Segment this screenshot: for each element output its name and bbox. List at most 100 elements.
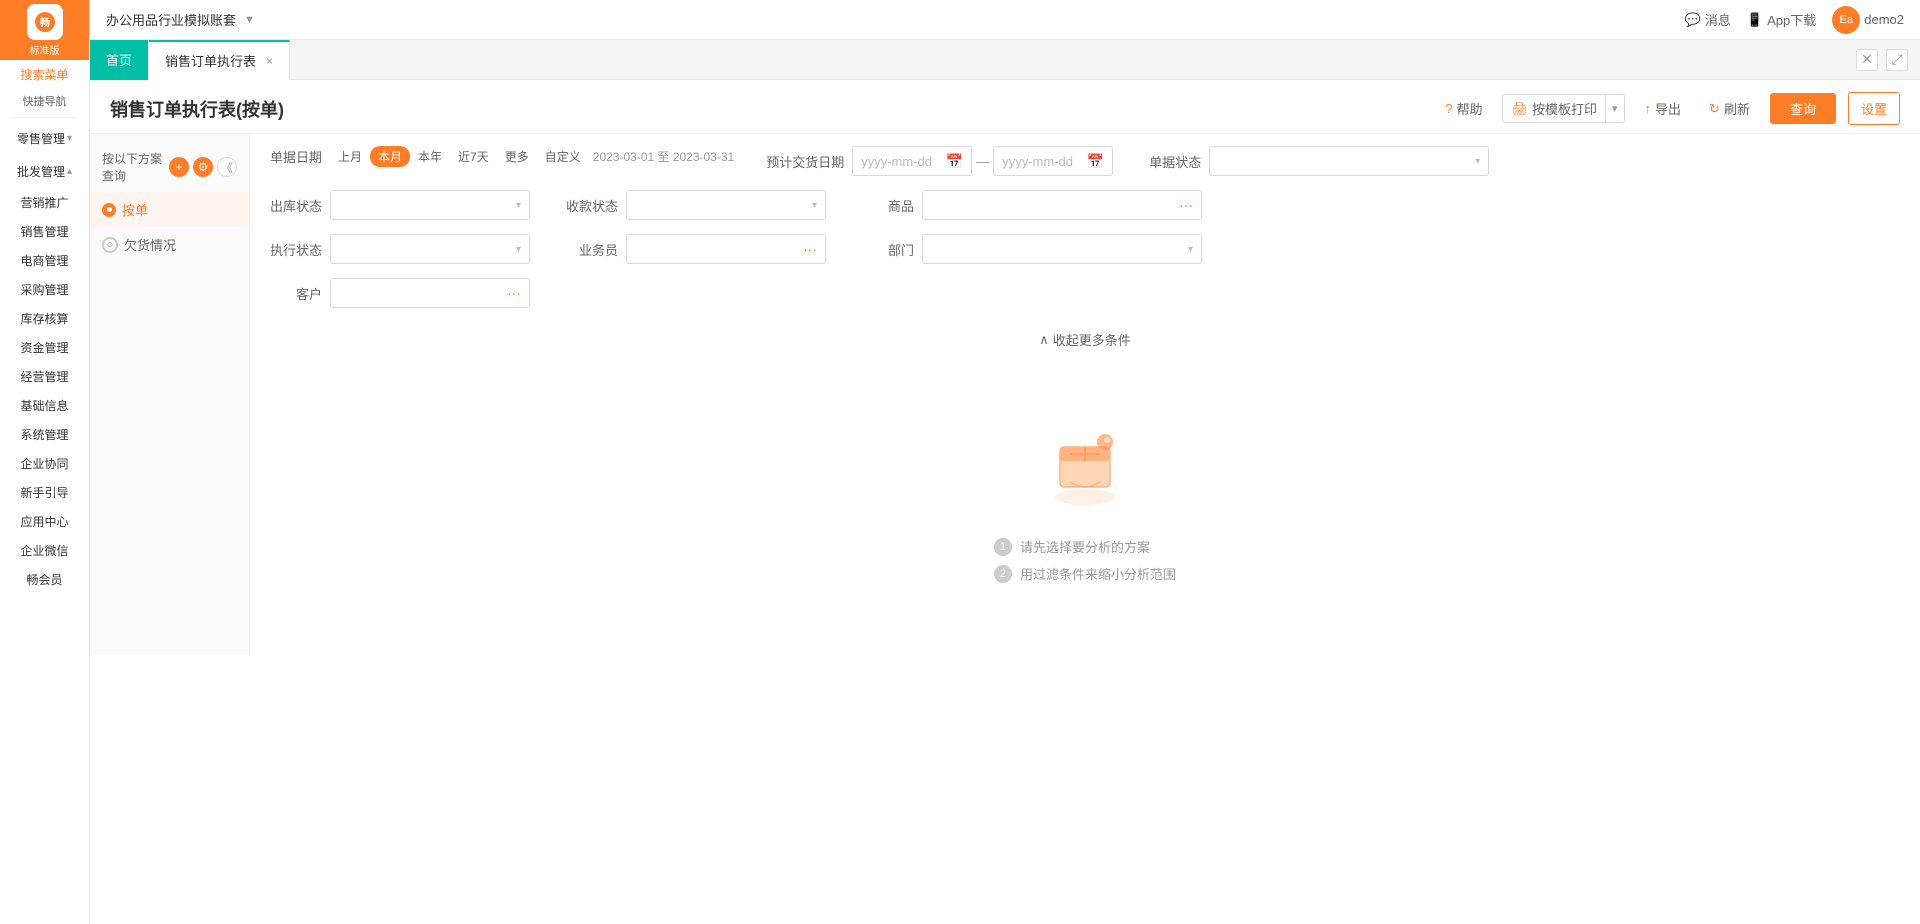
page-title: 销售订单执行表(按单) bbox=[110, 96, 284, 122]
customer-dots[interactable]: ··· bbox=[507, 285, 521, 301]
scheme-panel: 按以下方案查询 + ⚙ 《 bbox=[90, 134, 1920, 655]
search-menu[interactable]: 搜索菜单 bbox=[0, 60, 89, 89]
out-status-arrow: ▾ bbox=[516, 200, 521, 211]
scheme-sidebar: 按以下方案查询 + ⚙ 《 bbox=[90, 134, 250, 655]
out-status-select[interactable]: ▾ bbox=[330, 190, 530, 220]
empty-hints: 1 请先选择要分析的方案 2 用过滤条件来缩小分析范围 bbox=[994, 537, 1176, 583]
collapse-btn-label: 收起更多条件 bbox=[1053, 330, 1131, 349]
exec-status-select[interactable]: ▾ bbox=[330, 234, 530, 264]
breadcrumb-arrow: ▼ bbox=[244, 14, 255, 26]
calendar-start-icon[interactable]: 📅 bbox=[946, 153, 963, 170]
tab-close-icon[interactable]: × bbox=[266, 54, 273, 68]
date-tab-custom[interactable]: 自定义 bbox=[537, 146, 589, 167]
date-tab-thisyear[interactable]: 本年 bbox=[410, 146, 450, 167]
logo-icon: 畅 bbox=[27, 4, 63, 40]
export-btn[interactable]: ↑ 导出 bbox=[1637, 95, 1690, 122]
sidebar-item-inventory[interactable]: 库存核算 bbox=[0, 304, 89, 333]
query-btn[interactable]: 查询 bbox=[1770, 93, 1836, 124]
sidebar-item-guide[interactable]: 新手引导 bbox=[0, 478, 89, 507]
collapse-row: ∧ 收起更多条件 bbox=[266, 322, 1904, 357]
print-dropdown-arrow[interactable]: ▾ bbox=[1606, 98, 1624, 119]
hint-num-2: 2 bbox=[994, 565, 1012, 583]
sidebar: 畅 标准版 搜索菜单 快捷导航 零售管理 ▾ 批发管理 ▴ 营销推广 销售管理 … bbox=[0, 0, 90, 924]
tab-bar: 首页 销售订单执行表 × ✕ ⤢ bbox=[90, 40, 1920, 80]
sidebar-item-member[interactable]: 畅会员 bbox=[0, 565, 89, 594]
customer-label: 客户 bbox=[266, 284, 322, 303]
page-header: 销售订单执行表(按单) ? 帮助 🖨 按模板打印 ▾ bbox=[90, 80, 1920, 134]
sidebar-item-wechat[interactable]: 企业微信 bbox=[0, 536, 89, 565]
filter-collect-status-item: 收款状态 ▾ bbox=[562, 190, 826, 220]
breadcrumb-text: 办公用品行业模拟账套 bbox=[106, 10, 236, 29]
tab-sales-order[interactable]: 销售订单执行表 × bbox=[149, 40, 290, 80]
refresh-label: 刷新 bbox=[1724, 99, 1750, 118]
salesperson-select[interactable]: ··· bbox=[626, 234, 826, 264]
sidebar-item-sales[interactable]: 销售管理 bbox=[0, 217, 89, 246]
filter-expected-date-item: 预计交货日期 yyyy-mm-dd 📅 — yyyy-mm-dd 📅 bbox=[766, 146, 1113, 176]
print-btn[interactable]: 🖨 按模板打印 bbox=[1503, 95, 1606, 122]
filter-goods-item: 商品 ··· bbox=[858, 190, 1202, 220]
sidebar-item-basic[interactable]: 基础信息 bbox=[0, 391, 89, 420]
sidebar-item-operation[interactable]: 经营管理 bbox=[0, 362, 89, 391]
expected-date-end-text: yyyy-mm-dd bbox=[1002, 154, 1073, 169]
sidebar-item-purchase[interactable]: 采购管理 bbox=[0, 275, 89, 304]
main-area: 办公用品行业模拟账套 ▼ 💬 消息 📱 App下载 Ea demo2 bbox=[90, 0, 1920, 924]
quick-nav[interactable]: 快捷导航 bbox=[23, 89, 67, 113]
customer-select[interactable]: ··· bbox=[330, 278, 530, 308]
avatar: Ea bbox=[1832, 6, 1860, 34]
sidebar-item-marketing[interactable]: 营销推广 bbox=[0, 188, 89, 217]
date-tabs: 上月 本月 本年 近7天 更多 自定义 bbox=[330, 146, 589, 167]
dept-select[interactable]: ▾ bbox=[922, 234, 1202, 264]
scheme-item-byorder[interactable]: 按单 bbox=[90, 192, 249, 227]
sidebar-item-system[interactable]: 系统管理 bbox=[0, 420, 89, 449]
sidebar-item-ecommerce[interactable]: 电商管理 bbox=[0, 246, 89, 275]
message-btn[interactable]: 💬 消息 bbox=[1685, 10, 1731, 29]
tab-restore-btn[interactable]: ✕ bbox=[1856, 49, 1878, 71]
help-btn[interactable]: ? 帮助 bbox=[1437, 95, 1490, 122]
expected-date-end[interactable]: yyyy-mm-dd 📅 bbox=[993, 146, 1113, 176]
refresh-btn[interactable]: ↻ 刷新 bbox=[1701, 95, 1758, 122]
tab-home[interactable]: 首页 bbox=[90, 40, 149, 80]
date-tab-more[interactable]: 更多 bbox=[497, 146, 537, 167]
chevron-up-icon: ∧ bbox=[1039, 332, 1049, 348]
message-label: 消息 bbox=[1705, 10, 1731, 29]
sidebar-item-app-center[interactable]: 应用中心 bbox=[0, 507, 89, 536]
goods-select[interactable]: ··· bbox=[922, 190, 1202, 220]
filter-row-1: 单据日期 上月 本月 本年 近7天 更多 自定义 2023-03-01 至 20… bbox=[266, 146, 1904, 182]
goods-dots[interactable]: ··· bbox=[1179, 197, 1193, 213]
app-download-btn[interactable]: 📱 App下载 bbox=[1747, 10, 1816, 29]
expected-date-start[interactable]: yyyy-mm-dd 📅 bbox=[852, 146, 972, 176]
user-profile-btn[interactable]: Ea demo2 bbox=[1832, 6, 1904, 34]
breadcrumb: 办公用品行业模拟账套 ▼ bbox=[106, 10, 255, 29]
salesperson-dots[interactable]: ··· bbox=[803, 241, 817, 257]
settings-scheme-btn[interactable]: ⚙ bbox=[193, 157, 213, 177]
scheme-byorder-label: 按单 bbox=[122, 200, 148, 219]
sidebar-item-enterprise[interactable]: 企业协同 bbox=[0, 449, 89, 478]
collect-status-select[interactable]: ▾ bbox=[626, 190, 826, 220]
salesperson-label: 业务员 bbox=[562, 240, 618, 259]
tab-fullscreen-btn[interactable]: ⤢ bbox=[1886, 49, 1908, 71]
print-btn-group[interactable]: 🖨 按模板打印 ▾ bbox=[1502, 94, 1624, 123]
sidebar-item-wholesale-label: 批发管理 bbox=[17, 163, 65, 180]
calendar-end-icon[interactable]: 📅 bbox=[1087, 153, 1104, 170]
page-actions: ? 帮助 🖨 按模板打印 ▾ ↑ 导出 bbox=[1437, 92, 1900, 125]
collapse-scheme-btn[interactable]: 《 bbox=[217, 157, 237, 177]
filter-salesperson-item: 业务员 ··· bbox=[562, 234, 826, 264]
help-label: 帮助 bbox=[1456, 99, 1482, 118]
print-label: 按模板打印 bbox=[1532, 99, 1597, 118]
date-tab-thismonth[interactable]: 本月 bbox=[370, 146, 410, 167]
sidebar-item-retail[interactable]: 零售管理 ▾ bbox=[0, 124, 89, 153]
goods-label: 商品 bbox=[858, 196, 914, 215]
add-scheme-btn[interactable]: + bbox=[169, 157, 189, 177]
sidebar-item-wholesale[interactable]: 批发管理 ▴ bbox=[0, 157, 89, 186]
sidebar-item-finance[interactable]: 资金管理 bbox=[0, 333, 89, 362]
status-select[interactable]: ▾ bbox=[1209, 146, 1489, 176]
refresh-icon: ↻ bbox=[1709, 101, 1720, 117]
settings-btn[interactable]: 设置 bbox=[1848, 92, 1900, 125]
chevron-up-icon: ▴ bbox=[67, 166, 72, 177]
collapse-btn[interactable]: ∧ 收起更多条件 bbox=[1039, 330, 1131, 349]
scheme-debt-label: 欠货情况 bbox=[124, 235, 176, 254]
date-tab-lastmonth[interactable]: 上月 bbox=[330, 146, 370, 167]
date-tab-7days[interactable]: 近7天 bbox=[450, 146, 497, 167]
filter-out-status-item: 出库状态 ▾ bbox=[266, 190, 530, 220]
scheme-item-debt[interactable]: ○ 欠货情况 bbox=[90, 227, 249, 262]
